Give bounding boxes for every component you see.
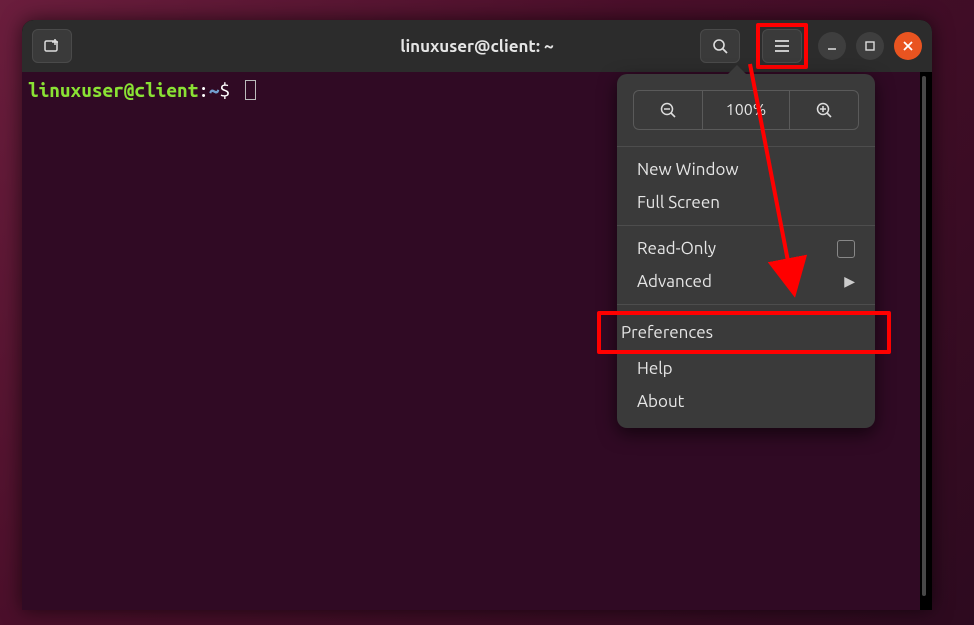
menu-item-label: Read-Only	[637, 239, 716, 258]
close-button[interactable]	[894, 32, 922, 60]
zoom-level[interactable]: 100%	[703, 90, 789, 130]
menu-item-about[interactable]: About	[617, 385, 875, 418]
new-tab-button[interactable]	[32, 29, 72, 63]
maximize-icon	[864, 40, 876, 52]
prompt-host: client	[134, 79, 198, 101]
menu-item-label: Advanced	[637, 272, 712, 291]
menu-item-label: Full Screen	[637, 193, 720, 212]
zoom-controls: 100%	[617, 82, 875, 140]
minimize-button[interactable]	[818, 32, 846, 60]
scrollbar[interactable]	[922, 76, 926, 596]
hamburger-menu-button[interactable]	[762, 29, 802, 63]
menu-item-label: New Window	[637, 160, 739, 179]
menu-item-full-screen[interactable]: Full Screen	[617, 186, 875, 219]
menu-item-label: Preferences	[621, 323, 713, 342]
titlebar: linuxuser@client: ~	[22, 20, 932, 72]
read-only-checkbox[interactable]	[837, 240, 855, 258]
zoom-in-button[interactable]	[789, 90, 859, 130]
hamburger-icon	[774, 39, 790, 53]
zoom-in-icon	[815, 101, 833, 119]
zoom-out-button[interactable]	[633, 90, 703, 130]
search-button[interactable]	[700, 29, 740, 63]
menu-item-read-only[interactable]: Read-Only	[617, 232, 875, 265]
menu-separator	[617, 225, 875, 226]
chevron-right-icon: ▶	[844, 273, 855, 290]
hamburger-menu-popover: 100% New Window Full Screen Read-Only Ad…	[617, 74, 875, 428]
search-icon	[712, 38, 728, 54]
prompt-symbol: $	[220, 79, 231, 101]
menu-item-advanced[interactable]: Advanced ▶	[617, 265, 875, 298]
menu-item-help[interactable]: Help	[617, 352, 875, 385]
menu-separator	[617, 146, 875, 147]
cursor	[245, 80, 256, 100]
zoom-out-icon	[659, 101, 677, 119]
menu-item-preferences[interactable]: Preferences	[597, 311, 891, 354]
maximize-button[interactable]	[856, 32, 884, 60]
menu-item-label: Help	[637, 359, 673, 378]
menu-item-label: About	[637, 392, 684, 411]
annotation-highlight-hamburger	[756, 23, 808, 69]
menu-separator	[617, 304, 875, 305]
prompt-at: @	[124, 79, 135, 101]
menu-item-new-window[interactable]: New Window	[617, 153, 875, 186]
minimize-icon	[826, 40, 838, 52]
prompt-path: ~	[209, 79, 220, 101]
prompt-user: linuxuser	[28, 79, 124, 101]
close-icon	[902, 40, 914, 52]
